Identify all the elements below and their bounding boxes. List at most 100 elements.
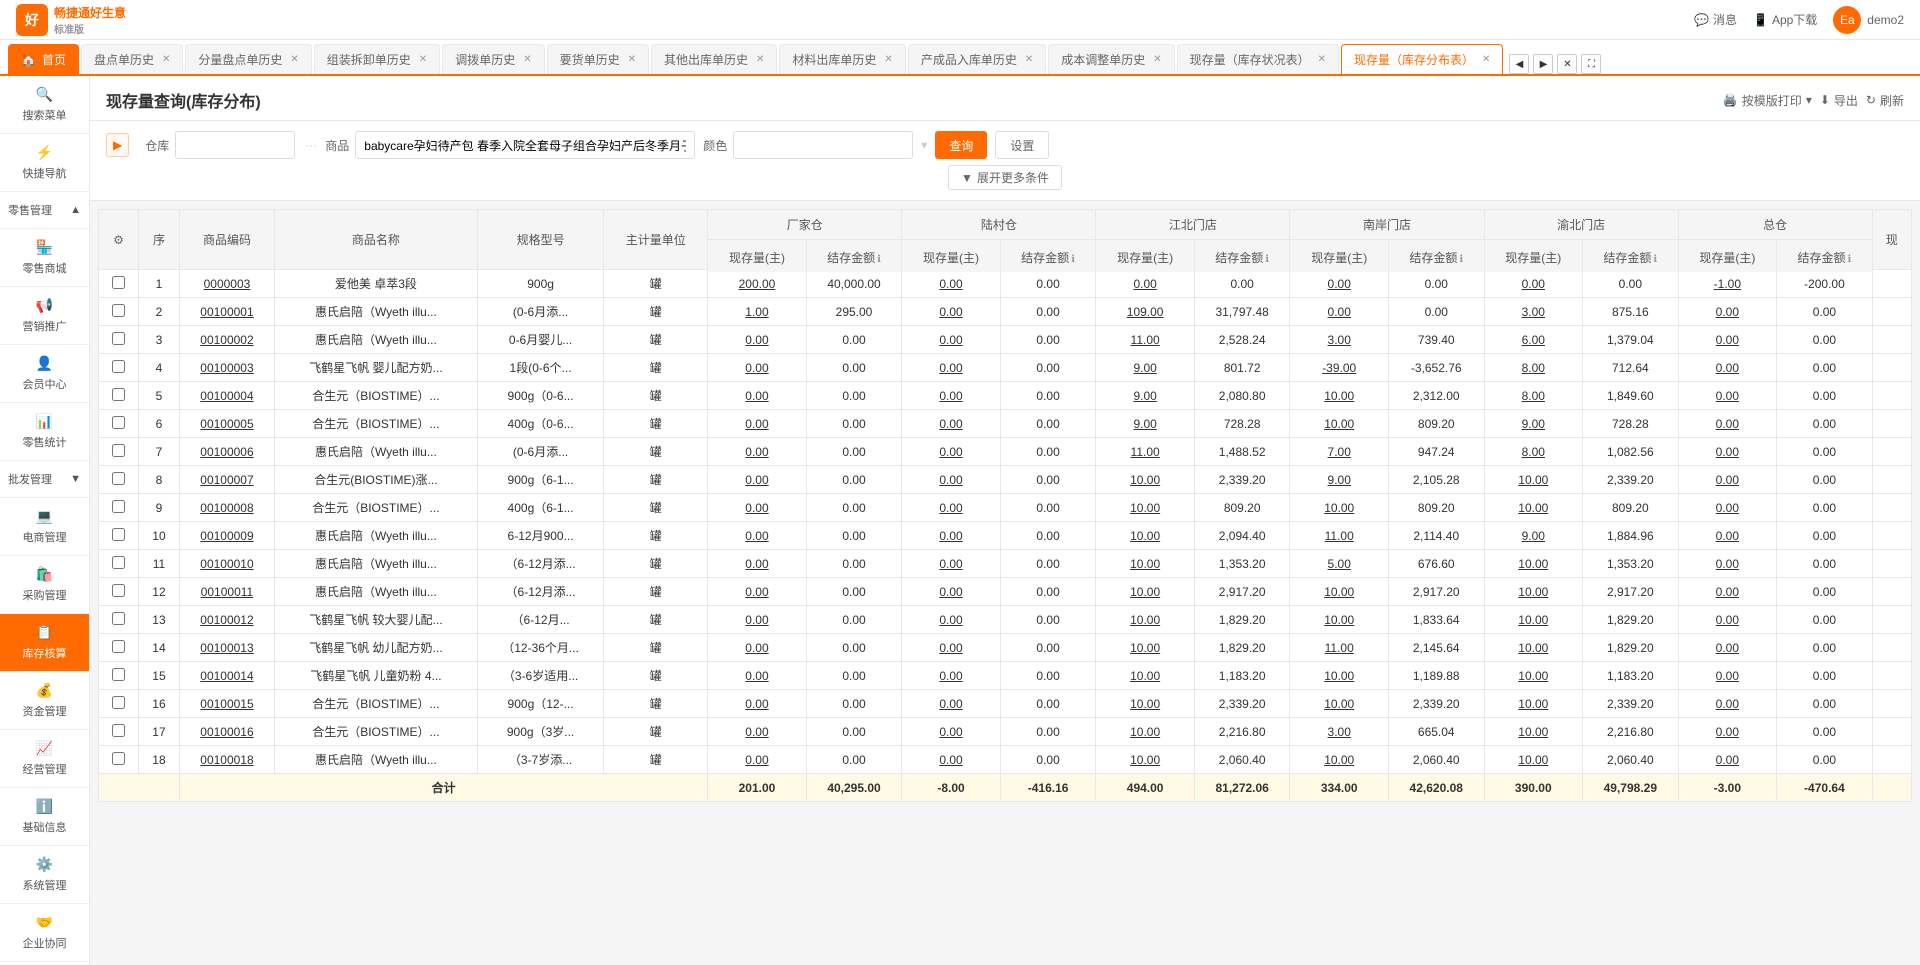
cell-w2-qty[interactable]: 0.00 bbox=[902, 690, 1001, 718]
cell-total-qty[interactable]: 0.00 bbox=[1678, 550, 1777, 578]
row-checkbox[interactable] bbox=[112, 752, 125, 765]
cell-w1-qty[interactable]: 0.00 bbox=[708, 634, 807, 662]
sidebar-item-member[interactable]: 👤 会员中心 bbox=[0, 345, 89, 403]
export-btn[interactable]: ⬇ 导出 bbox=[1820, 92, 1858, 109]
cell-w3-qty[interactable]: 10.00 bbox=[1096, 466, 1195, 494]
cell-checkbox[interactable] bbox=[99, 298, 139, 326]
row-checkbox[interactable] bbox=[112, 668, 125, 681]
tab-yaohuo[interactable]: 要货单历史 ✕ bbox=[547, 44, 649, 74]
cell-w1-qty[interactable]: 0.00 bbox=[708, 746, 807, 774]
cell-code[interactable]: 00100001 bbox=[179, 298, 274, 326]
cell-w4-qty[interactable]: 0.00 bbox=[1290, 298, 1389, 326]
cell-w5-qty[interactable]: 8.00 bbox=[1484, 438, 1583, 466]
cell-code[interactable]: 00100013 bbox=[179, 634, 274, 662]
table-area[interactable]: ⚙ 序 商品编码 商品名称 规格型号 主计量单位 厂家仓 陆村仓 江北门店 南岸… bbox=[90, 201, 1920, 965]
cell-code[interactable]: 00100004 bbox=[179, 382, 274, 410]
cell-total-qty[interactable]: 0.00 bbox=[1678, 634, 1777, 662]
cell-w4-qty[interactable]: 3.00 bbox=[1290, 326, 1389, 354]
cell-code[interactable]: 00100018 bbox=[179, 746, 274, 774]
row-checkbox[interactable] bbox=[112, 332, 125, 345]
cell-checkbox[interactable] bbox=[99, 382, 139, 410]
cell-total-qty[interactable]: 0.00 bbox=[1678, 438, 1777, 466]
cell-code[interactable]: 00100016 bbox=[179, 718, 274, 746]
cell-w4-qty[interactable]: 10.00 bbox=[1290, 494, 1389, 522]
cell-w3-qty[interactable]: 10.00 bbox=[1096, 550, 1195, 578]
cell-checkbox[interactable] bbox=[99, 578, 139, 606]
sidebar-item-inventory[interactable]: 📋 库存核算 bbox=[0, 614, 89, 672]
cell-code[interactable]: 00100002 bbox=[179, 326, 274, 354]
cell-checkbox[interactable] bbox=[99, 466, 139, 494]
cell-w4-qty[interactable]: 10.00 bbox=[1290, 690, 1389, 718]
tab-next-btn[interactable]: ▶ bbox=[1533, 54, 1553, 74]
row-checkbox[interactable] bbox=[112, 556, 125, 569]
cell-w2-qty[interactable]: 0.00 bbox=[902, 522, 1001, 550]
cell-w2-qty[interactable]: 0.00 bbox=[902, 354, 1001, 382]
sidebar-item-wholesale[interactable]: 批发管理 ▼ bbox=[0, 461, 89, 498]
cell-w3-qty[interactable]: 10.00 bbox=[1096, 690, 1195, 718]
cell-w5-qty[interactable]: 10.00 bbox=[1484, 578, 1583, 606]
cell-code[interactable]: 00100014 bbox=[179, 662, 274, 690]
cell-w2-qty[interactable]: 0.00 bbox=[902, 550, 1001, 578]
row-checkbox[interactable] bbox=[112, 528, 125, 541]
row-checkbox[interactable] bbox=[112, 724, 125, 737]
cell-code[interactable]: 00100009 bbox=[179, 522, 274, 550]
cell-total-qty[interactable]: 0.00 bbox=[1678, 746, 1777, 774]
row-checkbox[interactable] bbox=[112, 360, 125, 373]
tab-chanpin[interactable]: 产成品入库单历史 ✕ bbox=[908, 44, 1046, 74]
tab-zuzhuang[interactable]: 组装拆卸单历史 ✕ bbox=[314, 44, 440, 74]
cell-w3-qty[interactable]: 10.00 bbox=[1096, 746, 1195, 774]
cell-w3-qty[interactable]: 11.00 bbox=[1096, 326, 1195, 354]
cell-checkbox[interactable] bbox=[99, 270, 139, 298]
cell-checkbox[interactable] bbox=[99, 634, 139, 662]
cell-checkbox[interactable] bbox=[99, 326, 139, 354]
cell-w4-qty[interactable]: -39.00 bbox=[1290, 354, 1389, 382]
cell-w2-qty[interactable]: 0.00 bbox=[902, 298, 1001, 326]
color-input[interactable] bbox=[733, 131, 913, 159]
cell-w3-qty[interactable]: 10.00 bbox=[1096, 662, 1195, 690]
sidebar-item-finance[interactable]: 💰 资金管理 bbox=[0, 672, 89, 730]
cell-w5-qty[interactable]: 9.00 bbox=[1484, 410, 1583, 438]
sidebar-item-collab[interactable]: 🤝 企业协同 bbox=[0, 904, 89, 962]
cell-w1-qty[interactable]: 0.00 bbox=[708, 718, 807, 746]
cell-w3-qty[interactable]: 10.00 bbox=[1096, 606, 1195, 634]
tab-qita[interactable]: 其他出库单历史 ✕ bbox=[651, 44, 777, 74]
cell-w2-qty[interactable]: 0.00 bbox=[902, 326, 1001, 354]
cell-w5-qty[interactable]: 10.00 bbox=[1484, 746, 1583, 774]
tab-close-3[interactable]: ✕ bbox=[419, 54, 427, 65]
cell-w4-qty[interactable]: 10.00 bbox=[1290, 606, 1389, 634]
sidebar-item-nav[interactable]: ⚡ 快捷导航 bbox=[0, 134, 89, 192]
cell-w2-qty[interactable]: 0.00 bbox=[902, 410, 1001, 438]
tab-close-4[interactable]: ✕ bbox=[523, 54, 531, 65]
cell-w5-qty[interactable]: 10.00 bbox=[1484, 466, 1583, 494]
cell-w1-qty[interactable]: 0.00 bbox=[708, 522, 807, 550]
cell-checkbox[interactable] bbox=[99, 494, 139, 522]
cell-code[interactable]: 00100010 bbox=[179, 550, 274, 578]
cell-total-qty[interactable]: 0.00 bbox=[1678, 354, 1777, 382]
cell-code[interactable]: 00100011 bbox=[179, 578, 274, 606]
cell-total-qty[interactable]: 0.00 bbox=[1678, 662, 1777, 690]
cell-w2-qty[interactable]: 0.00 bbox=[902, 634, 1001, 662]
cell-code[interactable]: 00100015 bbox=[179, 690, 274, 718]
goods-input[interactable] bbox=[355, 131, 695, 159]
tab-close-6[interactable]: ✕ bbox=[756, 54, 764, 65]
cell-w1-qty[interactable]: 1.00 bbox=[708, 298, 807, 326]
cell-code[interactable]: 00100003 bbox=[179, 354, 274, 382]
tab-close-9[interactable]: ✕ bbox=[1153, 54, 1161, 65]
cell-w5-qty[interactable]: 10.00 bbox=[1484, 606, 1583, 634]
cell-w2-qty[interactable]: 0.00 bbox=[902, 606, 1001, 634]
cell-w1-qty[interactable]: 0.00 bbox=[708, 578, 807, 606]
cell-w4-qty[interactable]: 9.00 bbox=[1290, 466, 1389, 494]
query-btn[interactable]: 查询 bbox=[935, 131, 987, 159]
tab-expand-btn[interactable]: ⛶ bbox=[1581, 54, 1601, 74]
tab-diaobo[interactable]: 调拨单历史 ✕ bbox=[442, 44, 544, 74]
cell-w4-qty[interactable]: 10.00 bbox=[1290, 662, 1389, 690]
cell-code[interactable]: 00100012 bbox=[179, 606, 274, 634]
sidebar-item-retail[interactable]: 零售管理 ▲ bbox=[0, 192, 89, 229]
cell-w1-qty[interactable]: 0.00 bbox=[708, 410, 807, 438]
cell-total-qty[interactable]: 0.00 bbox=[1678, 522, 1777, 550]
refresh-btn[interactable]: ↻ 刷新 bbox=[1866, 92, 1904, 109]
cell-checkbox[interactable] bbox=[99, 690, 139, 718]
sidebar-item-operations[interactable]: 📈 经营管理 bbox=[0, 730, 89, 788]
row-checkbox[interactable] bbox=[112, 696, 125, 709]
cell-w2-qty[interactable]: 0.00 bbox=[902, 746, 1001, 774]
